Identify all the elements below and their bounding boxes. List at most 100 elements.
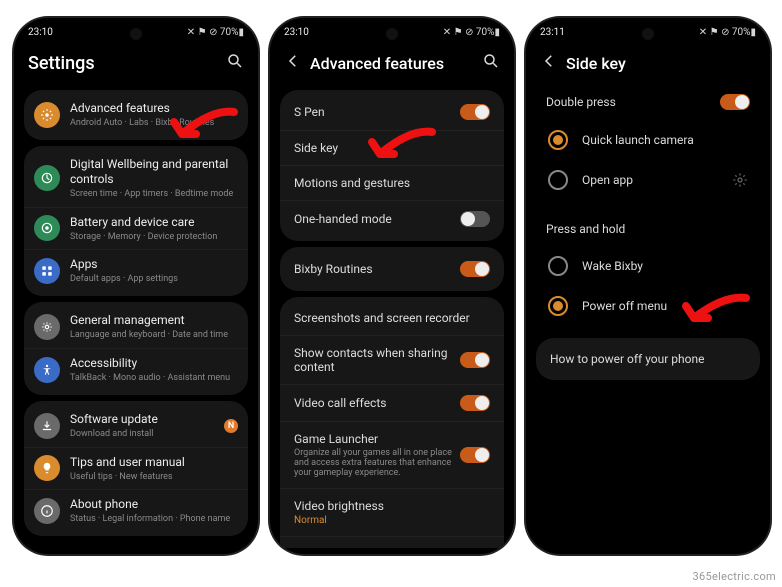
item-title: Battery and device care <box>70 215 238 230</box>
feature-label: Bixby Routines <box>294 262 460 276</box>
item-subtitle: TalkBack · Mono audio · Assistant menu <box>70 373 238 384</box>
back-icon[interactable] <box>540 52 558 74</box>
search-icon[interactable] <box>226 52 244 74</box>
settings-item[interactable]: AppsDefault apps · App settings <box>24 249 248 292</box>
radio-icon <box>548 130 568 150</box>
toggle-switch[interactable] <box>460 211 490 227</box>
status-time: 23:11 <box>540 27 565 38</box>
camera-notch <box>130 28 142 40</box>
settings-item[interactable]: General management Language and keyboard … <box>24 306 248 348</box>
item-subtitle: Default apps · App settings <box>70 274 238 285</box>
radio-option[interactable]: Power off menu <box>532 286 764 326</box>
item-subtitle: Status · Legal information · Phone name <box>70 514 238 525</box>
feature-item[interactable]: Show contacts when sharing content <box>280 335 504 384</box>
item-text: About phone Status · Legal information · … <box>70 497 238 525</box>
camera-notch <box>642 28 654 40</box>
settings-item[interactable]: Battery and device careStorage · Memory … <box>24 207 248 250</box>
feature-item[interactable]: Video brightnessNormal <box>280 488 504 536</box>
item-text: Software update Download and install <box>70 412 224 440</box>
toggle-switch[interactable] <box>460 104 490 120</box>
section-header: Press and hold <box>532 212 764 246</box>
feature-label: Side key <box>294 141 490 155</box>
feature-item[interactable]: Bixby Routines <box>280 251 504 287</box>
feature-group: Bixby Routines <box>280 247 504 291</box>
settings-list[interactable]: Advanced features Android Auto · Labs · B… <box>20 84 252 548</box>
feature-list[interactable]: S Pen Side key Motions and gestures One-han… <box>276 84 508 548</box>
settings-item[interactable]: Advanced features Android Auto · Labs · B… <box>24 94 248 136</box>
camera-notch <box>386 28 398 40</box>
toggle-switch[interactable] <box>460 395 490 411</box>
feature-label: Video call effects <box>294 396 460 410</box>
status-right-icons: ✕ ⚑ ⊘ 70%▮ <box>187 27 244 38</box>
radio-label: Power off menu <box>582 299 748 313</box>
item-text: Digital Wellbeing and parental controls S… <box>70 157 238 200</box>
toggle-switch[interactable] <box>460 447 490 463</box>
feature-item[interactable]: Game LauncherOrganize all your games all… <box>280 421 504 488</box>
page-title: Advanced features <box>310 54 482 73</box>
feature-item[interactable]: Screenshots and screen recorder <box>280 301 504 335</box>
item-title: Advanced features <box>70 101 238 116</box>
item-title: About phone <box>70 497 238 512</box>
toggle-switch[interactable] <box>460 261 490 277</box>
item-title: General management <box>70 313 238 328</box>
about-icon <box>34 498 60 524</box>
feature-item[interactable]: One-handed mode <box>280 200 504 237</box>
settings-item[interactable]: About phone Status · Legal information · … <box>24 489 248 532</box>
radio-label: Wake Bixby <box>582 259 748 273</box>
feature-group: S Pen Side key Motions and gestures One-han… <box>280 90 504 241</box>
radio-option[interactable]: Quick launch camera <box>532 120 764 160</box>
item-subtitle: Download and install <box>70 429 224 440</box>
settings-item[interactable]: Tips and user manualUseful tips · New fe… <box>24 447 248 490</box>
back-icon[interactable] <box>284 52 302 74</box>
status-time: 23:10 <box>284 27 309 38</box>
feature-label: Screenshots and screen recorder <box>294 311 490 325</box>
item-text: AppsDefault apps · App settings <box>70 257 238 285</box>
item-subtitle: Android Auto · Labs · Bixby Routines <box>70 118 238 129</box>
item-title: Digital Wellbeing and parental controls <box>70 157 238 187</box>
feature-item[interactable]: Side key <box>280 130 504 165</box>
settings-item[interactable]: Software updateDownload and installN <box>24 405 248 447</box>
item-subtitle: Language and keyboard · Date and time <box>70 330 238 341</box>
header: Settings <box>14 46 258 84</box>
side-key-options: Double press Quick launch camera Open app P… <box>532 84 764 548</box>
tips-icon <box>34 455 60 481</box>
toggle-switch[interactable] <box>720 94 750 110</box>
feature-label: Dual Messenger <box>294 547 490 548</box>
feature-item[interactable]: Motions and gestures <box>280 165 504 200</box>
settings-item[interactable]: AccessibilityTalkBack · Mono audio · Ass… <box>24 348 248 391</box>
radio-label: Open app <box>582 173 732 187</box>
help-link[interactable]: How to power off your phone <box>536 338 760 380</box>
settings-group: Advanced features Android Auto · Labs · B… <box>24 90 248 140</box>
settings-item[interactable]: Digital Wellbeing and parental controls S… <box>24 150 248 207</box>
feature-item[interactable]: Video call effects <box>280 384 504 421</box>
feature-item[interactable]: S Pen <box>280 94 504 130</box>
section-header: Double press <box>532 84 764 120</box>
item-text: Battery and device careStorage · Memory … <box>70 215 238 243</box>
radio-option[interactable]: Open app <box>532 160 764 200</box>
header: Side key <box>526 46 770 84</box>
settings-group: Software updateDownload and installNTips… <box>24 401 248 536</box>
status-time: 23:10 <box>28 27 53 38</box>
item-text: Tips and user manualUseful tips · New fe… <box>70 455 238 483</box>
toggle-switch[interactable] <box>460 352 490 368</box>
phone-advanced-features: 23:10 ✕ ⚑ ⊘ 70%▮ Advanced features S Pen… <box>270 18 514 554</box>
item-title: Tips and user manual <box>70 455 238 470</box>
item-text: Advanced features Android Auto · Labs · B… <box>70 101 238 129</box>
feature-label: Video brightnessNormal <box>294 499 490 526</box>
page-title: Side key <box>566 54 756 73</box>
radio-icon <box>548 296 568 316</box>
adv-icon <box>34 102 60 128</box>
feature-item[interactable]: Dual Messenger <box>280 536 504 548</box>
radio-label: Quick launch camera <box>582 133 748 147</box>
phone-side-key: 23:11 ✕ ⚑ ⊘ 70%▮ Side key Double pressQu… <box>526 18 770 554</box>
status-right-icons: ✕ ⚑ ⊘ 70%▮ <box>443 27 500 38</box>
gear-icon[interactable] <box>732 172 748 188</box>
feature-label: One-handed mode <box>294 212 460 226</box>
a11y-icon <box>34 357 60 383</box>
item-title: Software update <box>70 412 224 427</box>
radio-option[interactable]: Wake Bixby <box>532 246 764 286</box>
section-title: Double press <box>546 95 720 109</box>
search-icon[interactable] <box>482 52 500 74</box>
feature-label: Motions and gestures <box>294 176 490 190</box>
item-subtitle: Screen time · App timers · Bedtime mode <box>70 189 238 200</box>
